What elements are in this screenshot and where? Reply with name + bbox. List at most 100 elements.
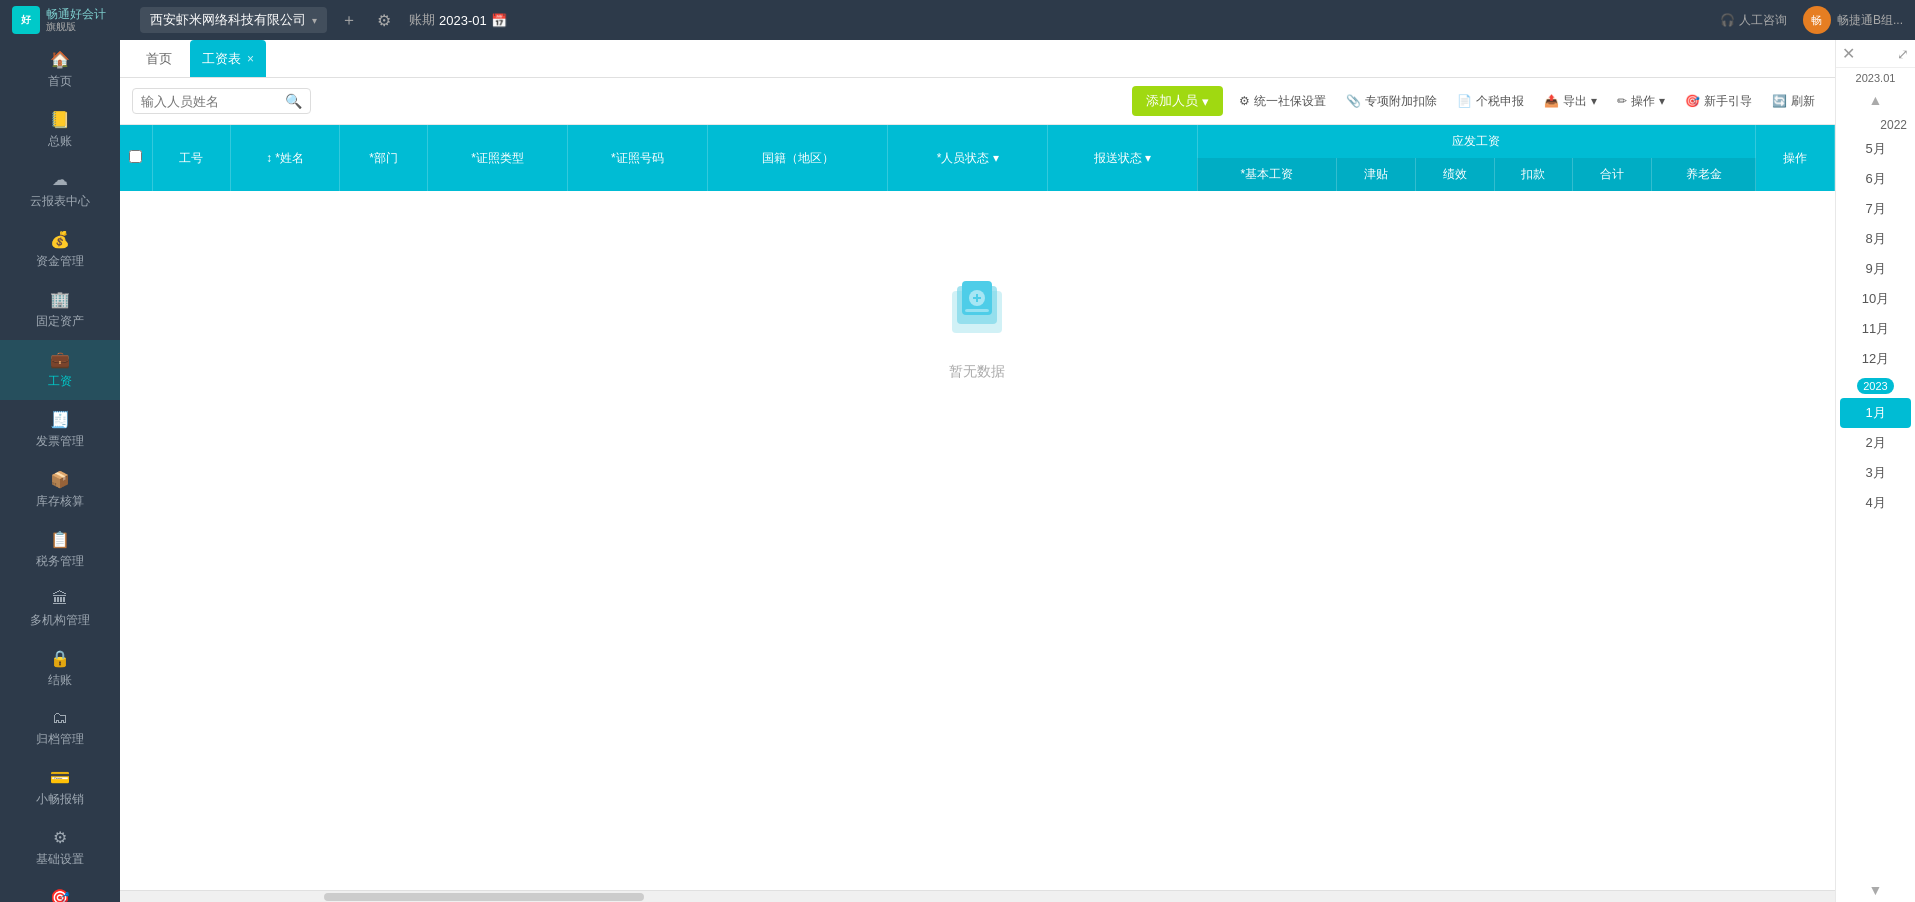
month-item-2022-5月[interactable]: 5月 <box>1836 134 1915 164</box>
content-area: 首页 工资表 × 🔍 添加人员 ▾ ⚙统一社保设置📎专项附加扣除📄个税申报📤导出… <box>120 40 1835 902</box>
toolbar-action-deduct[interactable]: 📎专项附加扣除 <box>1338 89 1445 114</box>
salary-icon: 💼 <box>50 350 70 369</box>
th-id-type: *证照类型 <box>428 125 568 191</box>
sidebar-item-label: 资金管理 <box>36 253 84 270</box>
sidebar-item-asset[interactable]: 🏢 固定资产 <box>0 280 120 340</box>
sidebar-item-tax[interactable]: 📋税务管理 <box>0 520 120 580</box>
user-name: 畅捷通B组... <box>1837 12 1903 29</box>
month-item-2023-2月[interactable]: 2月 <box>1836 428 1915 458</box>
sidebar-item-label: 云报表中心 <box>30 193 90 210</box>
tab-close-icon[interactable]: × <box>247 52 254 66</box>
tab-bar: 首页 工资表 × <box>120 40 1835 78</box>
sidebar-item-label: 归档管理 <box>36 731 84 748</box>
support-button[interactable]: 🎧 人工咨询 <box>1720 12 1787 29</box>
sidebar-item-settings[interactable]: ⚙ 基础设置 <box>0 818 120 878</box>
sidebar-item-label: 税务管理 <box>36 553 84 570</box>
year-2022-label: 2022 <box>1836 112 1915 134</box>
sidebar-item-label: 发票管理 <box>36 433 84 450</box>
th-number: 工号 <box>152 125 231 191</box>
deduct-icon: 📎 <box>1346 94 1361 108</box>
asset-icon: 🏢 <box>50 290 70 309</box>
current-period-display: 2023.01 <box>1836 68 1915 88</box>
toolbar-action-tax-declare[interactable]: 📄个税申报 <box>1449 89 1532 114</box>
main-layout: 🏠首页 📒 总账 ☁云报表中心 💰 资金管理 🏢 固定资产 💼工资 🧾 发票管理 📦库存核算📋税务管理… <box>0 40 1915 902</box>
month-item-2022-10月[interactable]: 10月 <box>1836 284 1915 314</box>
salary-table: 工号 ↕ *姓名 *部门 *证照类型 *证照号码 国籍（地区） *人员状态 ▾ … <box>120 125 1835 461</box>
sidebar-item-label: 基础设置 <box>36 851 84 868</box>
sidebar-item-label: 多机构管理 <box>30 612 90 629</box>
ledger-icon: 📒 <box>50 110 70 129</box>
top-bar: 好 畅通好会计 旗舰版 西安虾米网络科技有限公司 ▾ ＋ ⚙ 账期 2023-0… <box>0 0 1915 40</box>
scroll-bar-area <box>120 890 1835 902</box>
select-all-checkbox[interactable] <box>129 150 142 163</box>
scroll-thumb[interactable] <box>324 893 644 901</box>
inventory-icon: 📦 <box>50 470 70 489</box>
period-value: 2023-01 <box>439 13 487 28</box>
top-bar-actions: ＋ ⚙ <box>335 8 397 33</box>
month-item-2022-7月[interactable]: 7月 <box>1836 194 1915 224</box>
expand-panel-button[interactable]: ⤢ <box>1897 46 1909 62</box>
month-item-2022-6月[interactable]: 6月 <box>1836 164 1915 194</box>
empty-icon <box>937 271 1017 351</box>
date-panel: 20225月6月7月8月9月10月11月12月20231月2月3月4月 <box>1836 112 1915 878</box>
invoice-icon: 🧾 <box>50 410 70 429</box>
sidebar-item-expense[interactable]: 💳小畅报销 <box>0 758 120 818</box>
sidebar-item-close[interactable]: 🔒结账 <box>0 639 120 699</box>
sidebar-item-ledger[interactable]: 📒 总账 <box>0 100 120 160</box>
svg-rect-6 <box>965 309 989 312</box>
toolbar-action-guide[interactable]: 🎯新手引导 <box>1677 89 1760 114</box>
sidebar-item-home[interactable]: 🏠首页 <box>0 40 120 100</box>
month-item-2023-4月[interactable]: 4月 <box>1836 488 1915 518</box>
right-panel: ✕ ⤢ 2023.01 ▲ 20225月6月7月8月9月10月11月12月202… <box>1835 40 1915 902</box>
sidebar-item-invoice[interactable]: 🧾 发票管理 <box>0 400 120 460</box>
th-operation: 操作 <box>1756 125 1835 191</box>
sidebar-item-inventory[interactable]: 📦库存核算 <box>0 460 120 520</box>
sidebar-item-label: 首页 <box>48 73 72 90</box>
month-item-2022-11月[interactable]: 11月 <box>1836 314 1915 344</box>
month-item-2022-8月[interactable]: 8月 <box>1836 224 1915 254</box>
th-allowance: 津贴 <box>1337 158 1416 191</box>
sidebar-item-salary[interactable]: 💼工资 <box>0 340 120 400</box>
toolbar-action-export[interactable]: 📤导出▾ <box>1536 89 1605 114</box>
sidebar-item-guide[interactable]: 🎯新手引导 <box>0 878 120 902</box>
sidebar-item-archive[interactable]: 🗂归档管理 <box>0 699 120 758</box>
th-total: 合计 <box>1573 158 1652 191</box>
sidebar-item-fund[interactable]: 💰 资金管理 <box>0 220 120 280</box>
add-person-button[interactable]: 添加人员 ▾ <box>1132 86 1223 116</box>
th-id-number: *证照号码 <box>567 125 707 191</box>
th-basic-salary: *基本工资 <box>1197 158 1337 191</box>
sidebar-item-multi-org[interactable]: 🏛多机构管理 <box>0 580 120 639</box>
toolbar-actions: ⚙统一社保设置📎专项附加扣除📄个税申报📤导出▾✏操作▾🎯新手引导🔄刷新 <box>1231 89 1823 114</box>
toolbar-action-operate[interactable]: ✏操作▾ <box>1609 89 1673 114</box>
month-item-2022-9月[interactable]: 9月 <box>1836 254 1915 284</box>
sidebar-item-label: 固定资产 <box>36 313 84 330</box>
close-panel-button[interactable]: ✕ <box>1842 44 1855 63</box>
period-label: 账期 <box>409 11 435 29</box>
toolbar: 🔍 添加人员 ▾ ⚙统一社保设置📎专项附加扣除📄个税申报📤导出▾✏操作▾🎯新手引… <box>120 78 1835 125</box>
toolbar-action-refresh[interactable]: 🔄刷新 <box>1764 89 1823 114</box>
tab-salary[interactable]: 工资表 × <box>190 40 266 77</box>
th-salary-group: 应发工资 <box>1197 125 1756 158</box>
month-item-2023-1月[interactable]: 1月 <box>1840 398 1911 428</box>
empty-state: 暂无数据 <box>120 191 1835 461</box>
settings-icon: ⚙ <box>53 828 67 847</box>
sidebar-item-report[interactable]: ☁云报表中心 <box>0 160 120 220</box>
fund-icon: 💰 <box>50 230 70 249</box>
search-input[interactable] <box>141 94 281 109</box>
scroll-down-button[interactable]: ▼ <box>1836 878 1915 902</box>
th-performance: 绩效 <box>1415 158 1494 191</box>
export-icon: 📤 <box>1544 94 1559 108</box>
settings-button[interactable]: ⚙ <box>371 9 397 32</box>
company-name: 西安虾米网络科技有限公司 <box>150 11 306 29</box>
month-item-2022-12月[interactable]: 12月 <box>1836 344 1915 374</box>
toolbar-action-social-security[interactable]: ⚙统一社保设置 <box>1231 89 1334 114</box>
add-company-button[interactable]: ＋ <box>335 8 363 33</box>
company-selector[interactable]: 西安虾米网络科技有限公司 ▾ <box>140 7 327 33</box>
scroll-up-button[interactable]: ▲ <box>1836 88 1915 112</box>
checkbox-header[interactable] <box>120 125 152 191</box>
tab-home[interactable]: 首页 <box>132 40 186 77</box>
calendar-icon[interactable]: 📅 <box>491 13 507 28</box>
table-header-row1: 工号 ↕ *姓名 *部门 *证照类型 *证照号码 国籍（地区） *人员状态 ▾ … <box>120 125 1835 158</box>
sidebar-item-label: 总账 <box>48 133 72 150</box>
month-item-2023-3月[interactable]: 3月 <box>1836 458 1915 488</box>
